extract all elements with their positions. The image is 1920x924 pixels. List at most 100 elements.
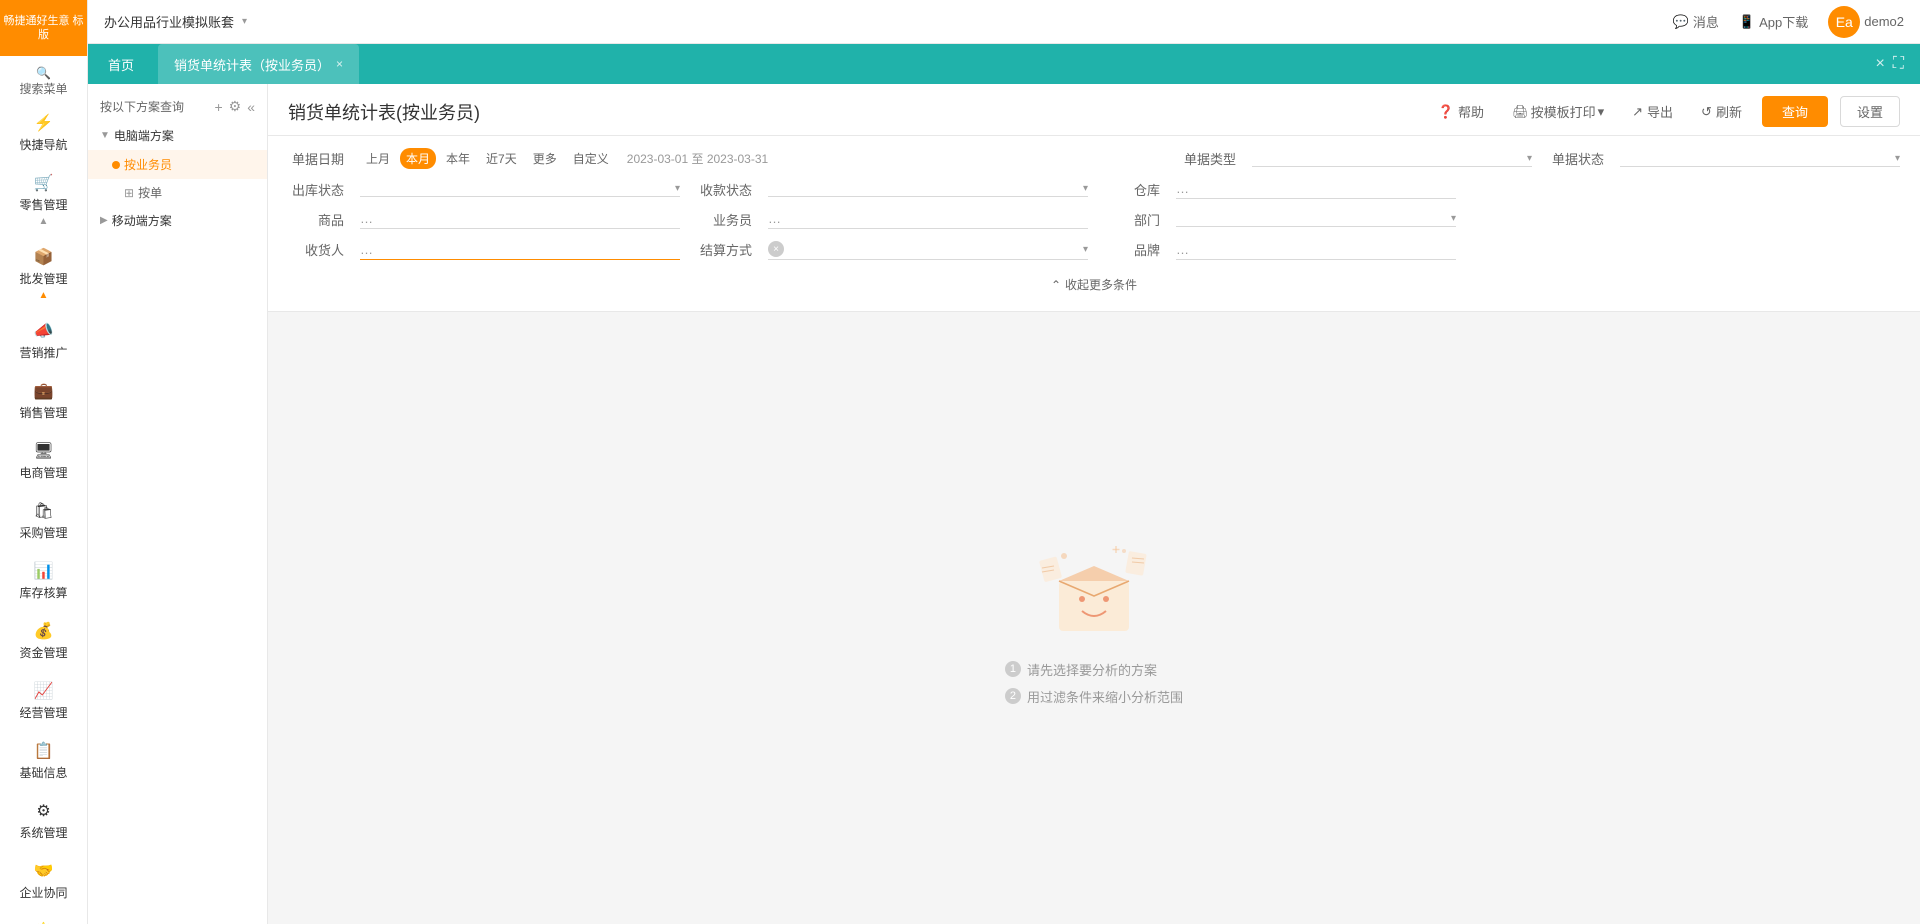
sidebar-item-marketing[interactable]: 📣 营销推广	[0, 311, 87, 371]
refresh-button[interactable]: ↺ 刷新	[1693, 98, 1750, 125]
help-icon: ❓	[1438, 104, 1454, 120]
date-label: 单据日期	[288, 149, 344, 168]
brand-input[interactable]: …	[1176, 240, 1456, 260]
department-select[interactable]: ▾	[1176, 211, 1456, 227]
marketing-icon: 📣	[34, 321, 54, 341]
out-status-select[interactable]: ▾	[360, 181, 680, 197]
empty-tips: 1 请先选择要分析的方案 2 用过滤条件来缩小分析范围	[1005, 660, 1183, 706]
mobile-section: ▶ 移动端方案	[88, 206, 267, 235]
app-logo: 畅捷通好生意 标版	[0, 0, 88, 56]
consignee-dots: …	[360, 242, 373, 257]
user-avatar-button[interactable]: Ea demo2	[1828, 6, 1904, 38]
window-expand-icon[interactable]: ⛶	[1893, 55, 1904, 73]
export-button[interactable]: ↗ 导出	[1624, 98, 1681, 125]
operation-icon: 📈	[34, 681, 54, 701]
top-header: 办公用品行业模拟账套 ▾ 💬 消息 📱 App下载 Ea demo2	[88, 0, 1920, 44]
mobile-section-header[interactable]: ▶ 移动端方案	[88, 206, 267, 235]
app-download-label: App下载	[1759, 12, 1808, 31]
sidebar-item-system[interactable]: ⚙ 系统管理	[0, 791, 87, 851]
filter-row-1: 单据日期 上月 本月 本年 近7天 更多 自定义 2023-03-01 至 20…	[288, 148, 1900, 169]
date-tab-thismonth[interactable]: 本月	[400, 148, 436, 169]
date-tab-thisyear[interactable]: 本年	[440, 148, 476, 169]
empty-tip-1: 1 请先选择要分析的方案	[1005, 660, 1183, 679]
salesman-label: 业务员	[696, 210, 752, 229]
doc-status-dropdown-icon: ▾	[1895, 153, 1900, 164]
doc-status-select[interactable]: ▾	[1620, 151, 1900, 167]
payment-label: 结算方式	[696, 240, 752, 259]
basic-icon: 📋	[34, 741, 54, 761]
filter-row-3: 商品 … 业务员 … 部门 ▾	[288, 209, 1900, 229]
page-title: 销货单统计表(按业务员)	[288, 99, 480, 125]
mobile-section-label: 移动端方案	[112, 212, 172, 229]
print-icon: 🖨	[1512, 104, 1529, 120]
sidebar-item-finance[interactable]: 💰 资金管理	[0, 611, 87, 671]
sidebar-item-retail[interactable]: 🛒 零售管理 ▲	[0, 163, 87, 237]
user-name: demo2	[1864, 14, 1904, 29]
date-tab-7days[interactable]: 近7天	[480, 148, 523, 169]
date-tab-lastmonth[interactable]: 上月	[360, 148, 396, 169]
desktop-section: ▼ 电脑端方案 按业务员 ⊞ 按单	[88, 121, 267, 206]
collapse-panel-icon[interactable]: «	[247, 99, 255, 115]
salesman-input[interactable]: …	[768, 209, 1088, 229]
payment-select[interactable]: × ▾	[768, 239, 1088, 260]
scheme-document-label: 按单	[138, 184, 162, 201]
sidebar-item-label: 系统管理	[19, 824, 67, 841]
desktop-section-header[interactable]: ▼ 电脑端方案	[88, 121, 267, 150]
warehouse-input[interactable]: …	[1176, 179, 1456, 199]
department-label: 部门	[1104, 210, 1160, 229]
sidebar-item-basic[interactable]: 📋 基础信息	[0, 731, 87, 791]
receive-status-select[interactable]: ▾	[768, 181, 1088, 197]
tab-close-icon[interactable]: ×	[336, 57, 343, 71]
sidebar-item-operation[interactable]: 📈 经营管理	[0, 671, 87, 731]
sidebar-item-quicknav[interactable]: ⚡ 快捷导航	[0, 103, 87, 163]
window-close-icon[interactable]: ×	[1875, 55, 1884, 73]
scheme-salesman[interactable]: 按业务员	[88, 150, 267, 179]
add-scheme-icon[interactable]: +	[214, 99, 222, 115]
sales-icon: 💼	[34, 381, 54, 401]
date-tab-custom[interactable]: 自定义	[567, 148, 615, 169]
header-dropdown-icon[interactable]: ▾	[242, 16, 247, 27]
date-tab-more[interactable]: 更多	[527, 148, 563, 169]
scheme-document[interactable]: ⊞ 按单	[88, 179, 267, 206]
left-panel: 按以下方案查询 + ⚙ « ▼ 电脑端方案 按业务员 ⊞ 按单	[88, 84, 268, 924]
help-button[interactable]: ❓ 帮助	[1430, 98, 1492, 125]
app-download-button[interactable]: 📱 App下载	[1739, 12, 1808, 31]
sidebar-item-search[interactable]: 🔍 搜索菜单	[0, 56, 87, 103]
sidebar-item-ecommerce[interactable]: 🖥 电商管理	[0, 431, 87, 491]
warehouse-dots: …	[1176, 181, 1189, 196]
sidebar-item-newuser[interactable]: 🌟 新手引导	[0, 911, 87, 924]
out-status-label: 出库状态	[288, 180, 344, 199]
brand-dots: …	[1176, 242, 1189, 257]
purchase-icon: 🛍	[33, 501, 53, 521]
empty-illustration	[1034, 531, 1154, 644]
sidebar-item-inventory[interactable]: 📊 库存核算	[0, 551, 87, 611]
doc-status-label: 单据状态	[1548, 149, 1604, 168]
message-button[interactable]: 💬 消息	[1673, 12, 1719, 31]
sidebar-item-purchase[interactable]: 🛍 采购管理	[0, 491, 87, 551]
sidebar-item-label: 营销推广	[19, 344, 67, 361]
tab-home[interactable]: 首页	[88, 44, 154, 84]
print-button[interactable]: 🖨 按模板打印 ▾	[1504, 98, 1612, 125]
arrow-right-icon: ▶	[100, 215, 108, 226]
sidebar-item-wholesale[interactable]: 📦 批发管理 ▲	[0, 237, 87, 311]
department-dropdown-icon: ▾	[1451, 213, 1456, 224]
sidebar-item-label: 搜索菜单	[0, 80, 87, 97]
payment-clear-icon[interactable]: ×	[768, 241, 784, 257]
consignee-input[interactable]: …	[360, 240, 680, 260]
tab-active[interactable]: 销货单统计表（按业务员） ×	[158, 44, 359, 84]
filter-row-2: 出库状态 ▾ 收款状态 ▾ 仓库 …	[288, 179, 1900, 199]
doc-type-select[interactable]: ▾	[1252, 151, 1532, 167]
sidebar-item-enterprise[interactable]: 🤝 企业协同	[0, 851, 87, 911]
left-panel-header: 按以下方案查询 + ⚙ «	[88, 92, 267, 121]
collapse-button[interactable]: ⌃ 收起更多条件	[1045, 270, 1143, 299]
export-label: 导出	[1647, 102, 1673, 121]
query-button[interactable]: 查询	[1762, 96, 1828, 127]
page-content: 按以下方案查询 + ⚙ « ▼ 电脑端方案 按业务员 ⊞ 按单	[88, 84, 1920, 924]
sidebar-item-sales[interactable]: 💼 销售管理	[0, 371, 87, 431]
scheme-settings-icon[interactable]: ⚙	[229, 98, 242, 115]
quicknav-icon: ⚡	[34, 113, 54, 133]
sub-icon: ⊞	[124, 186, 134, 200]
settings-button[interactable]: 设置	[1840, 96, 1900, 127]
sidebar-item-label: 零售管理	[19, 196, 67, 213]
goods-input[interactable]: …	[360, 209, 680, 229]
